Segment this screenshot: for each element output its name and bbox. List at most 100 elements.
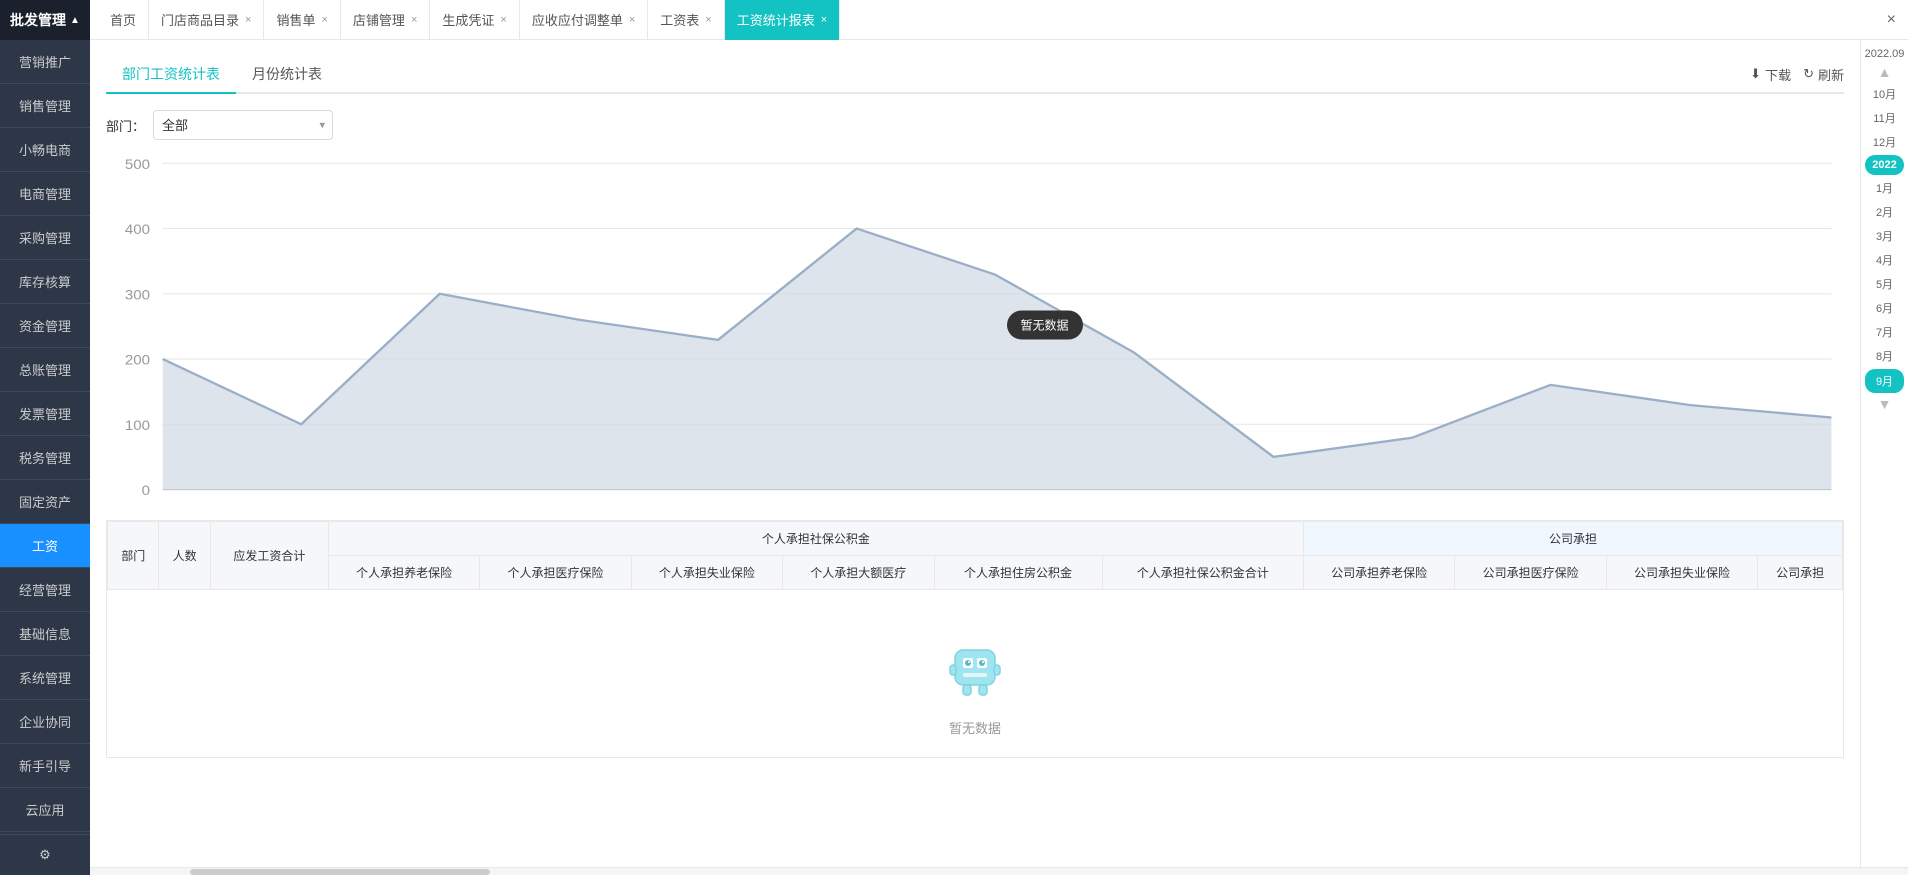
svg-text:500: 500 bbox=[125, 158, 150, 173]
settings-icon: ⚙ bbox=[39, 847, 51, 862]
sidebar-item-salary[interactable]: 工资 bbox=[0, 524, 90, 568]
sidebar-expand-icon[interactable]: ▲ bbox=[70, 15, 80, 26]
tab-home[interactable]: 首页 bbox=[98, 0, 149, 40]
close-tab-production-cert[interactable]: × bbox=[500, 14, 506, 26]
dept-label: 部门： bbox=[106, 116, 145, 135]
th-personal-total: 个人承担社保公积金合计 bbox=[1102, 556, 1303, 590]
sub-tab-dept-stats[interactable]: 部门工资统计表 bbox=[106, 56, 236, 94]
tab-product-catalog[interactable]: 门店商品目录 × bbox=[149, 0, 264, 40]
sidebar-title-text: 批发管理 bbox=[10, 10, 66, 30]
timeline-item-9[interactable]: 9月 bbox=[1865, 369, 1904, 393]
timeline-item-11[interactable]: 11月 bbox=[1861, 106, 1908, 130]
th-personal-group: 个人承担社保公积金 bbox=[328, 522, 1303, 556]
timeline-panel: 2022.09 ▲ 10月 11月 12月 2022 1月 2月 3月 4月 5… bbox=[1860, 40, 1908, 867]
sidebar-item-enterprise[interactable]: 企业协同 bbox=[0, 700, 90, 744]
th-company-unemployment: 公司承担失业保险 bbox=[1606, 556, 1757, 590]
sidebar-item-tax[interactable]: 税务管理 bbox=[0, 436, 90, 480]
timeline-item-5[interactable]: 5月 bbox=[1861, 272, 1908, 296]
timeline-down-arrow[interactable]: ▼ bbox=[1878, 394, 1892, 414]
tab-bar-close-all[interactable]: × bbox=[1875, 11, 1908, 29]
chart-no-data-tooltip: 暂无数据 bbox=[1007, 310, 1083, 339]
sidebar-item-accounting[interactable]: 总账管理 bbox=[0, 348, 90, 392]
sidebar-item-ecommerce-small[interactable]: 小畅电商 bbox=[0, 128, 90, 172]
refresh-button[interactable]: ↻ 刷新 bbox=[1803, 65, 1844, 84]
timeline-item-2[interactable]: 2月 bbox=[1861, 200, 1908, 224]
sidebar-item-marketing[interactable]: 营销推广 bbox=[0, 40, 90, 84]
sidebar-item-system[interactable]: 系统管理 bbox=[0, 656, 90, 700]
close-tab-payroll[interactable]: × bbox=[705, 14, 711, 26]
sidebar-item-guide[interactable]: 新手引导 bbox=[0, 744, 90, 788]
tab-payroll-report[interactable]: 工资统计报表 × bbox=[725, 0, 840, 40]
toolbar-actions: ⬇ 下载 ↻ 刷新 bbox=[1750, 65, 1844, 84]
tab-bar: 首页 门店商品目录 × 销售单 × 店铺管理 × 生成凭证 × 应收应付调整单 … bbox=[90, 0, 1908, 40]
sub-tab-bar: 部门工资统计表 月份统计表 ⬇ 下载 ↻ 刷新 bbox=[106, 56, 1844, 94]
data-table: 部门 人数 应发工资合计 个人承担社保公积金 公司承担 个人承担养老保险 个人承… bbox=[107, 521, 1843, 757]
th-dept: 部门 bbox=[108, 522, 159, 590]
close-tab-payroll-report[interactable]: × bbox=[821, 14, 827, 26]
chart-svg: 500 400 300 200 100 0 bbox=[106, 152, 1844, 512]
timeline-item-1[interactable]: 1月 bbox=[1861, 176, 1908, 200]
tab-sales-order[interactable]: 销售单 × bbox=[264, 0, 340, 40]
dept-select[interactable]: 全部 bbox=[153, 110, 333, 140]
refresh-icon: ↻ bbox=[1803, 66, 1814, 82]
empty-state: 暂无数据 bbox=[108, 590, 1843, 757]
tab-receivable[interactable]: 应收应付调整单 × bbox=[520, 0, 648, 40]
timeline-item-4[interactable]: 4月 bbox=[1861, 248, 1908, 272]
sidebar-item-base-info[interactable]: 基础信息 bbox=[0, 612, 90, 656]
sidebar-settings[interactable]: ⚙ bbox=[0, 834, 90, 875]
th-personal-major-medical: 个人承担大额医疗 bbox=[783, 556, 934, 590]
close-tab-product-catalog[interactable]: × bbox=[245, 14, 251, 26]
timeline-item-10[interactable]: 10月 bbox=[1861, 82, 1908, 106]
close-all-icon: × bbox=[1887, 11, 1896, 28]
close-tab-store-mgmt[interactable]: × bbox=[411, 14, 417, 26]
close-tab-receivable[interactable]: × bbox=[629, 14, 635, 26]
tab-production-cert[interactable]: 生成凭证 × bbox=[430, 0, 519, 40]
sidebar-item-invoice[interactable]: 发票管理 bbox=[0, 392, 90, 436]
th-company-other: 公司承担 bbox=[1758, 556, 1843, 590]
download-icon: ⬇ bbox=[1750, 66, 1761, 82]
sidebar-item-ecommerce[interactable]: 电商管理 bbox=[0, 172, 90, 216]
timeline-current-label: 2022.09 bbox=[1865, 48, 1905, 60]
sidebar-item-inventory[interactable]: 库存核算 bbox=[0, 260, 90, 304]
timeline-item-7[interactable]: 7月 bbox=[1861, 320, 1908, 344]
sidebar-item-sales[interactable]: 销售管理 bbox=[0, 84, 90, 128]
timeline-item-3[interactable]: 3月 bbox=[1861, 224, 1908, 248]
table-empty-row: 暂无数据 bbox=[108, 590, 1843, 758]
th-company-medical: 公司承担医疗保险 bbox=[1455, 556, 1606, 590]
svg-text:0: 0 bbox=[142, 484, 150, 499]
sidebar-item-operation[interactable]: 经营管理 bbox=[0, 568, 90, 612]
horizontal-scrollbar[interactable] bbox=[90, 867, 1908, 875]
sidebar-item-finance[interactable]: 资金管理 bbox=[0, 304, 90, 348]
sidebar-item-fixed-assets[interactable]: 固定资产 bbox=[0, 480, 90, 524]
sidebar-item-cloud[interactable]: 云应用 bbox=[0, 788, 90, 832]
th-personal-unemployment: 个人承担失业保险 bbox=[631, 556, 782, 590]
tab-payroll[interactable]: 工资表 × bbox=[648, 0, 724, 40]
timeline-item-12[interactable]: 12月 bbox=[1861, 130, 1908, 154]
timeline-item-2022[interactable]: 2022 bbox=[1865, 155, 1904, 175]
sidebar-title: 批发管理 ▲ bbox=[0, 0, 90, 40]
download-button[interactable]: ⬇ 下载 bbox=[1750, 65, 1791, 84]
th-company-group: 公司承担 bbox=[1303, 522, 1842, 556]
scroll-thumb[interactable] bbox=[190, 869, 490, 875]
table-section: 部门 人数 应发工资合计 个人承担社保公积金 公司承担 个人承担养老保险 个人承… bbox=[106, 520, 1844, 758]
close-tab-sales-order[interactable]: × bbox=[321, 14, 327, 26]
content-area: 部门工资统计表 月份统计表 ⬇ 下载 ↻ 刷新 bbox=[90, 40, 1908, 867]
empty-icon bbox=[935, 630, 1015, 710]
timeline-up-arrow[interactable]: ▲ bbox=[1878, 62, 1892, 82]
toolbar: 部门： 全部 ▾ bbox=[106, 110, 1844, 140]
timeline-item-6[interactable]: 6月 bbox=[1861, 296, 1908, 320]
timeline-item-8[interactable]: 8月 bbox=[1861, 344, 1908, 368]
chart-area: 500 400 300 200 100 0 bbox=[106, 152, 1844, 512]
th-personal-pension: 个人承担养老保险 bbox=[328, 556, 479, 590]
empty-state-text: 暂无数据 bbox=[949, 718, 1001, 737]
sidebar-item-purchase[interactable]: 采购管理 bbox=[0, 216, 90, 260]
th-total-salary: 应发工资合计 bbox=[210, 522, 328, 590]
main-area: 首页 门店商品目录 × 销售单 × 店铺管理 × 生成凭证 × 应收应付调整单 … bbox=[90, 0, 1908, 875]
th-company-pension: 公司承担养老保险 bbox=[1303, 556, 1454, 590]
th-personal-medical: 个人承担医疗保险 bbox=[480, 556, 631, 590]
sub-tab-monthly-stats[interactable]: 月份统计表 bbox=[236, 56, 338, 94]
dept-select-wrapper: 全部 ▾ bbox=[153, 110, 333, 140]
svg-text:100: 100 bbox=[125, 419, 150, 434]
svg-text:300: 300 bbox=[125, 288, 150, 303]
tab-store-mgmt[interactable]: 店铺管理 × bbox=[341, 0, 430, 40]
